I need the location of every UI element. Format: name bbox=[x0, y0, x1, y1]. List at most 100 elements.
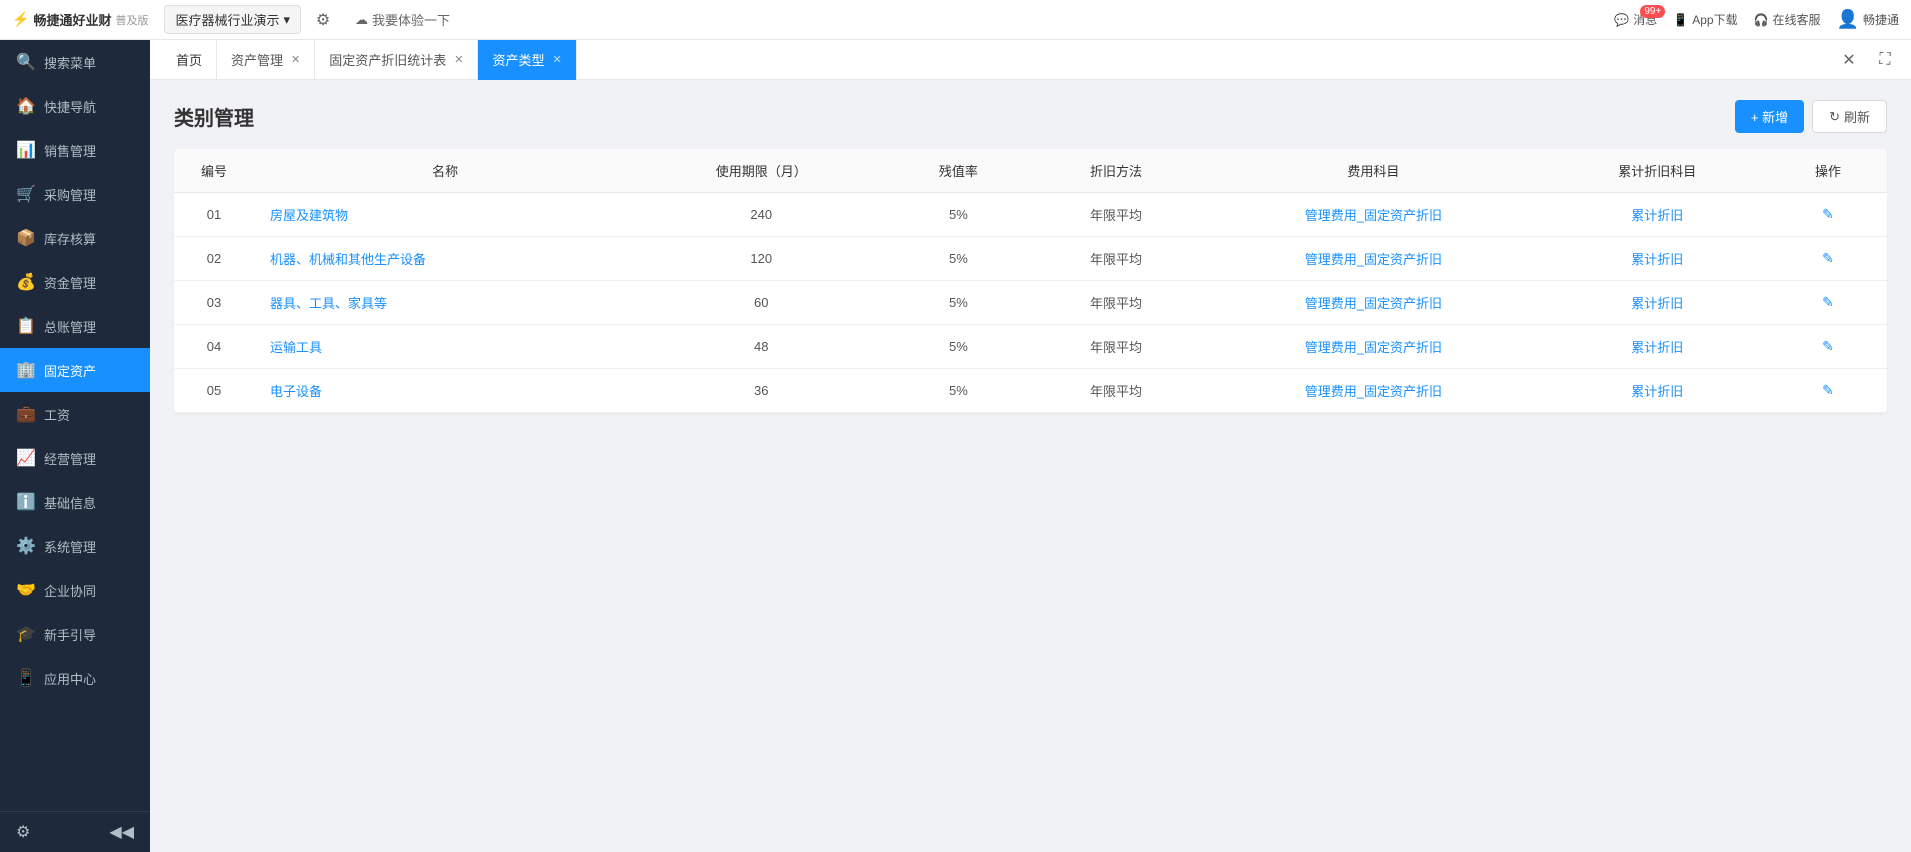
cell-residual-0: 5% bbox=[886, 193, 1030, 237]
settings-button[interactable]: ⚙ bbox=[309, 6, 337, 34]
experience-button[interactable]: ☁ 我要体验一下 bbox=[345, 6, 460, 33]
sidebar-item-inventory[interactable]: 📦 库存核算 bbox=[0, 216, 150, 260]
cell-expense-4[interactable]: 管理费用_固定资产折旧 bbox=[1201, 369, 1545, 413]
refresh-button[interactable]: ↻ 刷新 bbox=[1812, 100, 1887, 133]
edit-icon-0[interactable]: ✎ bbox=[1822, 206, 1834, 222]
sidebar-item-sales[interactable]: 📊 销售管理 bbox=[0, 128, 150, 172]
tab-asset-management-close[interactable]: ✕ bbox=[291, 53, 300, 66]
edit-icon-1[interactable]: ✎ bbox=[1822, 250, 1834, 266]
sidebar-item-quick-nav[interactable]: 🏠 快捷导航 bbox=[0, 84, 150, 128]
sidebar-item-system[interactable]: ⚙️ 系统管理 bbox=[0, 524, 150, 568]
edit-icon-4[interactable]: ✎ bbox=[1822, 382, 1834, 398]
tab-asset-management[interactable]: 资产管理 ✕ bbox=[217, 40, 315, 80]
cell-period-2: 60 bbox=[636, 281, 886, 325]
cell-accumulated-4[interactable]: 累计折旧 bbox=[1545, 369, 1769, 413]
cell-expense-2[interactable]: 管理费用_固定资产折旧 bbox=[1201, 281, 1545, 325]
col-accumulated-account: 累计折旧科目 bbox=[1545, 149, 1769, 193]
cell-period-4: 36 bbox=[636, 369, 886, 413]
module-selector[interactable]: 医疗器械行业演示 ▾ bbox=[164, 5, 301, 34]
table-header-row: 编号 名称 使用期限（月） 残值率 折旧方法 费用科目 累计折旧科目 操作 bbox=[174, 149, 1887, 193]
tab-depreciation-table[interactable]: 固定资产折旧统计表 ✕ bbox=[315, 40, 478, 80]
cooperation-icon: 🤝 bbox=[16, 580, 36, 600]
tab-depreciation-table-close[interactable]: ✕ bbox=[454, 53, 463, 66]
page-content: 类别管理 + 新增 ↻ 刷新 编号 名称 使用期限（月） bbox=[150, 80, 1911, 852]
settings-bottom-icon[interactable]: ⚙ bbox=[16, 822, 30, 842]
cell-accumulated-3[interactable]: 累计折旧 bbox=[1545, 325, 1769, 369]
customer-service-button[interactable]: 🎧 在线客服 bbox=[1754, 11, 1821, 28]
edit-icon-3[interactable]: ✎ bbox=[1822, 338, 1834, 354]
close-tab-button[interactable]: ✕ bbox=[1835, 46, 1863, 74]
cell-name-2[interactable]: 器具、工具、家具等 bbox=[254, 281, 636, 325]
cell-name-0[interactable]: 房屋及建筑物 bbox=[254, 193, 636, 237]
table-row: 02 机器、机械和其他生产设备 120 5% 年限平均 管理费用_固定资产折旧 … bbox=[174, 237, 1887, 281]
inventory-icon: 📦 bbox=[16, 228, 36, 248]
cell-period-1: 120 bbox=[636, 237, 886, 281]
col-expense-account: 费用科目 bbox=[1201, 149, 1545, 193]
cloud-icon: ☁ bbox=[355, 12, 368, 28]
page-title: 类别管理 bbox=[174, 102, 254, 131]
action-buttons: + 新增 ↻ 刷新 bbox=[1735, 100, 1887, 133]
sidebar-item-purchase[interactable]: 🛒 采购管理 bbox=[0, 172, 150, 216]
guide-icon: 🎓 bbox=[16, 624, 36, 644]
user-menu[interactable]: 👤 畅捷通 bbox=[1837, 9, 1899, 30]
tab-asset-management-label: 资产管理 bbox=[231, 50, 283, 69]
tab-home-label: 首页 bbox=[176, 50, 202, 69]
cell-expense-3[interactable]: 管理费用_固定资产折旧 bbox=[1201, 325, 1545, 369]
app-center-icon: 📱 bbox=[16, 668, 36, 688]
edit-icon-2[interactable]: ✎ bbox=[1822, 294, 1834, 310]
sidebar-item-fixed-assets[interactable]: 🏢 固定资产 bbox=[0, 348, 150, 392]
cell-action-3: ✎ bbox=[1769, 325, 1887, 369]
tab-asset-type[interactable]: 资产类型 ✕ bbox=[478, 40, 576, 80]
tab-asset-type-label: 资产类型 bbox=[492, 50, 544, 69]
sidebar-item-ledger[interactable]: 📋 总账管理 bbox=[0, 304, 150, 348]
cell-period-3: 48 bbox=[636, 325, 886, 369]
chevron-down-icon: ▾ bbox=[283, 12, 290, 28]
sidebar-label-sales: 销售管理 bbox=[44, 141, 96, 160]
sidebar-label-quick-nav: 快捷导航 bbox=[44, 97, 96, 116]
cell-accumulated-0[interactable]: 累计折旧 bbox=[1545, 193, 1769, 237]
app-download-button[interactable]: 📱 App下载 bbox=[1673, 11, 1737, 28]
cell-accumulated-1[interactable]: 累计折旧 bbox=[1545, 237, 1769, 281]
home-icon: 🏠 bbox=[16, 96, 36, 116]
tab-home[interactable]: 首页 bbox=[162, 40, 217, 80]
sidebar-label-fixed-assets: 固定资产 bbox=[44, 361, 96, 380]
sidebar-item-operations[interactable]: 📈 经营管理 bbox=[0, 436, 150, 480]
cell-action-1: ✎ bbox=[1769, 237, 1887, 281]
message-icon: 💬 bbox=[1614, 13, 1629, 27]
sidebar-label-guide: 新手引导 bbox=[44, 625, 96, 644]
cell-name-3[interactable]: 运输工具 bbox=[254, 325, 636, 369]
sidebar-label-search: 搜索菜单 bbox=[44, 53, 96, 72]
sidebar: 🔍 搜索菜单 🏠 快捷导航 📊 销售管理 🛒 采购管理 📦 库存核算 💰 资金管… bbox=[0, 40, 150, 852]
system-icon: ⚙️ bbox=[16, 536, 36, 556]
cell-method-0: 年限平均 bbox=[1031, 193, 1202, 237]
collapse-sidebar-icon[interactable]: ◀◀ bbox=[109, 822, 134, 842]
sidebar-label-ledger: 总账管理 bbox=[44, 317, 96, 336]
headset-icon: 🎧 bbox=[1754, 13, 1769, 27]
cell-name-1[interactable]: 机器、机械和其他生产设备 bbox=[254, 237, 636, 281]
download-icon: 📱 bbox=[1673, 13, 1688, 27]
cell-accumulated-2[interactable]: 累计折旧 bbox=[1545, 281, 1769, 325]
sidebar-item-payroll[interactable]: 💼 工资 bbox=[0, 392, 150, 436]
col-period: 使用期限（月） bbox=[636, 149, 886, 193]
sidebar-item-guide[interactable]: 🎓 新手引导 bbox=[0, 612, 150, 656]
cell-expense-1[interactable]: 管理费用_固定资产折旧 bbox=[1201, 237, 1545, 281]
col-residual-rate: 残值率 bbox=[886, 149, 1030, 193]
sidebar-item-basic-info[interactable]: ℹ️ 基础信息 bbox=[0, 480, 150, 524]
message-button[interactable]: 💬 消息 99+ bbox=[1614, 11, 1657, 28]
sidebar-item-app-center[interactable]: 📱 应用中心 bbox=[0, 656, 150, 700]
cell-action-4: ✎ bbox=[1769, 369, 1887, 413]
sales-icon: 📊 bbox=[16, 140, 36, 160]
search-icon: 🔍 bbox=[16, 52, 36, 72]
asset-type-table-container: 编号 名称 使用期限（月） 残值率 折旧方法 费用科目 累计折旧科目 操作 01… bbox=[174, 149, 1887, 413]
expand-tab-button[interactable]: ⛶ bbox=[1871, 46, 1899, 74]
new-button[interactable]: + 新增 bbox=[1735, 100, 1804, 133]
cell-expense-0[interactable]: 管理费用_固定资产折旧 bbox=[1201, 193, 1545, 237]
sidebar-label-capital: 资金管理 bbox=[44, 273, 96, 292]
refresh-icon: ↻ bbox=[1829, 109, 1840, 125]
sidebar-item-capital[interactable]: 💰 资金管理 bbox=[0, 260, 150, 304]
sidebar-item-search[interactable]: 🔍 搜索菜单 bbox=[0, 40, 150, 84]
cell-name-4[interactable]: 电子设备 bbox=[254, 369, 636, 413]
sidebar-item-cooperation[interactable]: 🤝 企业协同 bbox=[0, 568, 150, 612]
tab-asset-type-close[interactable]: ✕ bbox=[553, 53, 562, 66]
capital-icon: 💰 bbox=[16, 272, 36, 292]
